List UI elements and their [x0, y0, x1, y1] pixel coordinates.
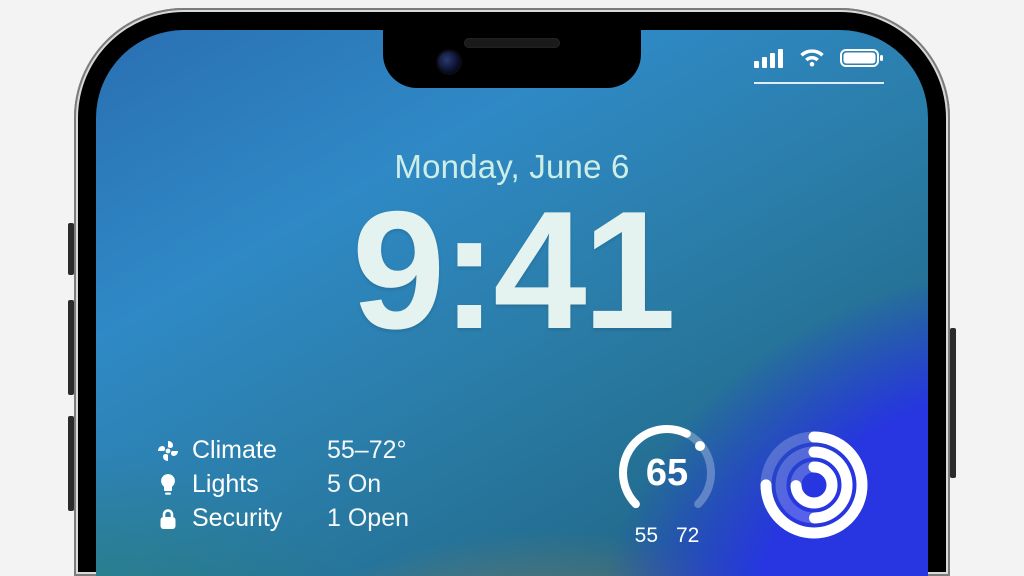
lights-value: 5 On	[327, 468, 381, 502]
volume-up-button	[68, 300, 74, 395]
activity-rings-widget[interactable]	[758, 429, 870, 541]
lights-row: Lights 5 On	[154, 468, 409, 502]
weather-dial: 65	[616, 422, 718, 524]
widgets-row: Climate 55–72° Lights 5 On	[154, 422, 870, 548]
security-label: Security	[192, 502, 317, 536]
weather-high: 72	[676, 524, 699, 548]
power-button	[950, 328, 956, 478]
datetime-block[interactable]: Monday, June 6 9:41	[96, 148, 928, 354]
lights-label: Lights	[192, 468, 317, 502]
climate-row: Climate 55–72°	[154, 434, 409, 468]
speaker-grille	[464, 38, 560, 48]
climate-value: 55–72°	[327, 434, 407, 468]
security-value: 1 Open	[327, 502, 409, 536]
lightbulb-icon	[154, 473, 182, 497]
weather-range: 55 72	[635, 524, 700, 548]
weather-low: 55	[635, 524, 658, 548]
climate-label: Climate	[192, 434, 317, 468]
home-summary-widget[interactable]: Climate 55–72° Lights 5 On	[154, 434, 409, 535]
mute-switch	[68, 223, 74, 275]
lock-icon	[154, 507, 182, 531]
volume-down-button	[68, 416, 74, 511]
security-row: Security 1 Open	[154, 502, 409, 536]
time-text: 9:41	[96, 186, 928, 354]
status-underline	[754, 82, 884, 84]
cellular-icon	[754, 48, 784, 68]
fan-icon	[154, 439, 182, 463]
battery-icon	[840, 48, 884, 68]
status-bar	[754, 48, 884, 68]
wifi-icon	[798, 48, 826, 68]
lock-screen[interactable]: Monday, June 6 9:41 Climate	[96, 30, 928, 576]
weather-current-temp: 65	[616, 422, 718, 524]
notch	[383, 30, 641, 88]
weather-widget[interactable]: 65 55 72	[616, 422, 718, 548]
phone-frame: Monday, June 6 9:41 Climate	[74, 8, 950, 576]
front-camera	[438, 51, 460, 73]
